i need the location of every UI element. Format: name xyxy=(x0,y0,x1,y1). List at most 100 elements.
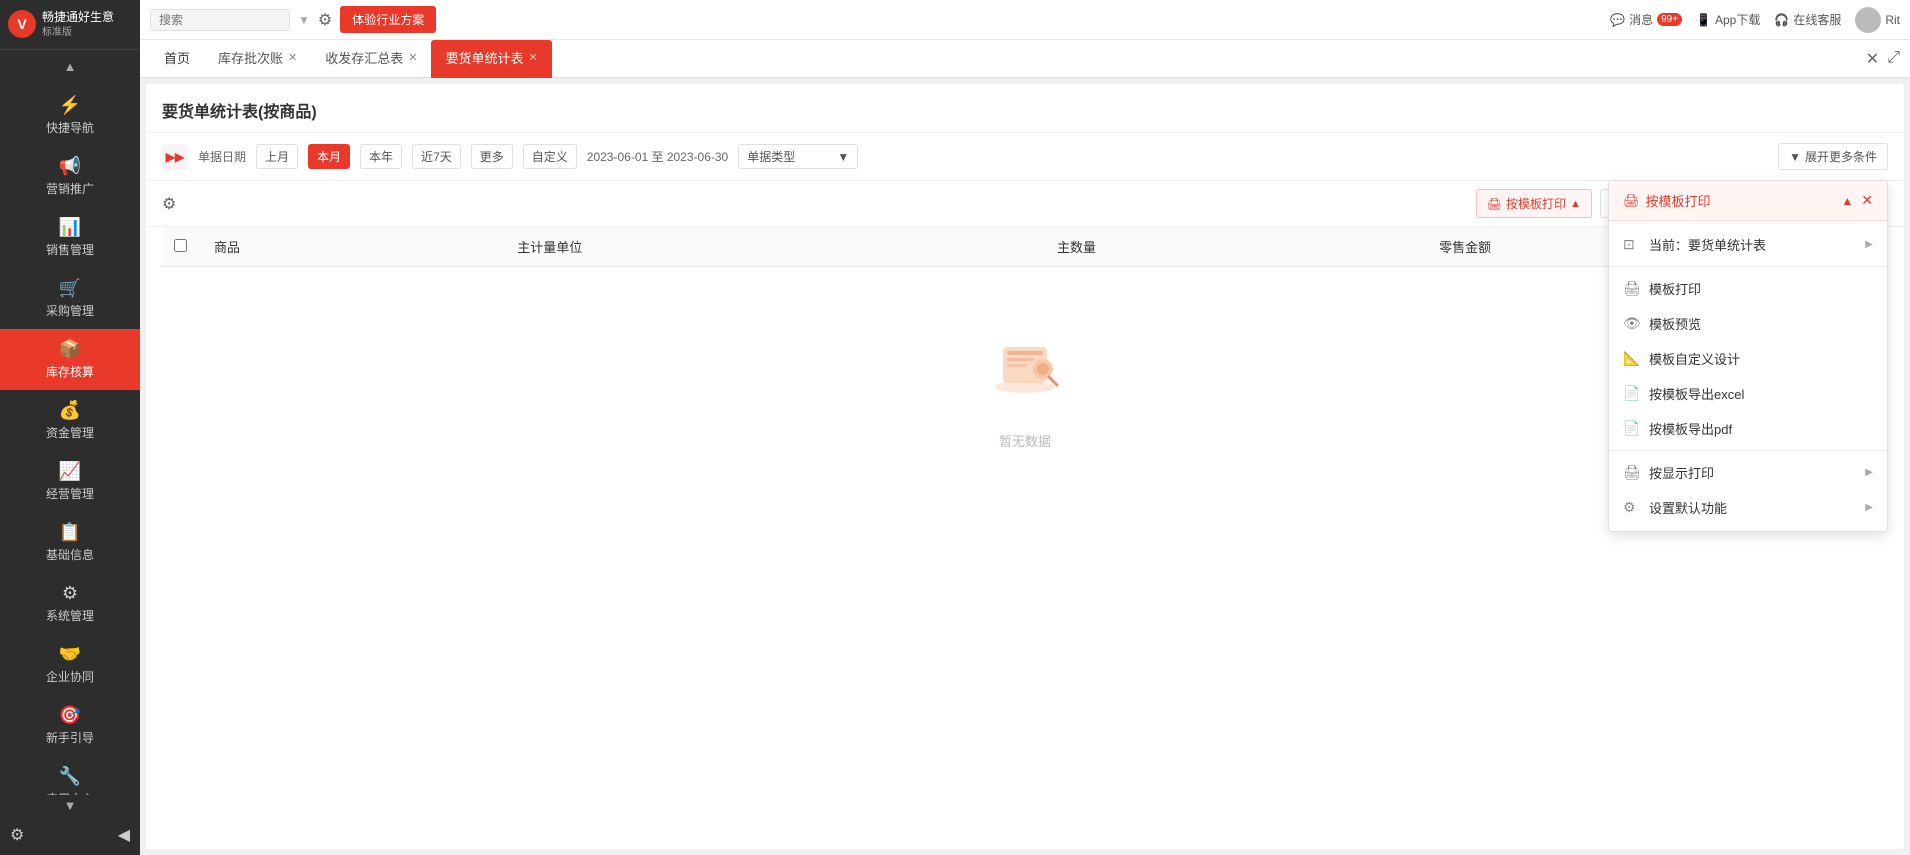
app-download-item[interactable]: 📱 App下载 xyxy=(1696,11,1760,28)
purchase-icon: 🛒 xyxy=(59,278,81,299)
sidebar-scroll-up[interactable]: ▲ xyxy=(0,56,140,76)
user-name: Rit xyxy=(1885,13,1900,27)
tabbar: 首页 库存批次账 ✕ 收发存汇总表 ✕ 要货单统计表 ✕ ✕ ⤢ xyxy=(140,40,1910,78)
sidebar-item-sales[interactable]: 📊 销售管理 xyxy=(0,207,140,268)
sidebar-item-enterprise[interactable]: 🤝 企业协同 xyxy=(0,634,140,695)
message-item[interactable]: 💬 消息 99+ xyxy=(1610,11,1682,28)
set-default-icon: ⚙ xyxy=(1623,499,1641,516)
date-btn-custom[interactable]: 自定义 xyxy=(523,144,577,169)
marketing-icon: 📢 xyxy=(59,156,81,177)
dropdown-header-controls: ▲ ✕ xyxy=(1841,192,1873,209)
online-service-item[interactable]: 🎧 在线客服 xyxy=(1774,11,1841,28)
page-content: 要货单统计表(按商品) ▶▶ 单据日期 上月 本月 本年 近7天 更多 自定义 … xyxy=(146,84,1904,849)
trial-btn[interactable]: 体验行业方案 xyxy=(340,6,436,33)
tab-close-inventory-batch[interactable]: ✕ xyxy=(288,51,297,64)
dropdown-divider-1 xyxy=(1609,266,1887,267)
sidebar-item-purchase[interactable]: 🛒 采购管理 xyxy=(0,268,140,329)
sales-icon: 📊 xyxy=(59,217,81,238)
user-avatar-item[interactable]: Rit xyxy=(1855,7,1900,33)
operation-icon: 📈 xyxy=(59,461,81,482)
app-name-text: 畅捷通好生意 标准版 xyxy=(42,10,114,39)
select-all-checkbox[interactable] xyxy=(174,239,187,252)
window-expand-btn[interactable]: ⤢ xyxy=(1887,49,1900,69)
sidebar-settings-icon[interactable]: ⚙ xyxy=(10,825,24,845)
sidebar-collapse-icon[interactable]: ◀ xyxy=(118,825,130,845)
print-chevron-icon: ▲ xyxy=(1570,198,1581,210)
date-btn-current-year[interactable]: 本年 xyxy=(360,144,402,169)
dropdown-divider-2 xyxy=(1609,450,1887,451)
export-pdf-icon: 📄 xyxy=(1623,420,1641,437)
dropdown-template-export-excel[interactable]: 📄 按模板导出excel xyxy=(1609,376,1887,411)
dropdown-current-template[interactable]: ⊡ 当前：要货单统计表 ▶ xyxy=(1609,227,1887,262)
headset-icon: 🎧 xyxy=(1774,13,1789,27)
empty-text: 暂无数据 xyxy=(999,431,1051,450)
quick-nav-icon: ⚡ xyxy=(59,95,81,116)
sidebar-item-basic[interactable]: 📋 基础信息 xyxy=(0,512,140,573)
date-btn-more[interactable]: 更多 xyxy=(471,144,513,169)
sidebar-item-guide[interactable]: 🎯 新手引导 xyxy=(0,695,140,756)
export-excel-icon: 📄 xyxy=(1623,385,1641,402)
dropdown-close-icon[interactable]: ✕ xyxy=(1861,192,1873,209)
filter-bar: ▶▶ 单据日期 上月 本月 本年 近7天 更多 自定义 2023-06-01 至… xyxy=(146,133,1904,181)
tab-window-controls: ✕ ⤢ xyxy=(1866,49,1900,69)
sidebar-item-quick-nav[interactable]: ⚡ 快捷导航 xyxy=(0,85,140,146)
topbar-chevron-icon[interactable]: ▼ xyxy=(298,13,310,27)
display-print-icon: 🖨 xyxy=(1623,464,1641,481)
doc-type-select[interactable]: 单据类型 ▼ xyxy=(738,144,858,169)
dropdown-template-export-pdf[interactable]: 📄 按模板导出pdf xyxy=(1609,411,1887,446)
sidebar-item-marketing[interactable]: 📢 营销推广 xyxy=(0,146,140,207)
dropdown-template-preview[interactable]: 👁 模板预览 xyxy=(1609,306,1887,341)
dropdown-header: 🖨 按模板打印 ▲ ✕ xyxy=(1609,181,1887,221)
sidebar-item-system[interactable]: ⚙ 系统管理 xyxy=(0,573,140,634)
topbar-right: 💬 消息 99+ 📱 App下载 🎧 在线客服 Rit xyxy=(1610,7,1900,33)
date-filter-label: 单据日期 xyxy=(198,148,246,165)
date-range-display: 2023-06-01 至 2023-06-30 xyxy=(587,148,728,165)
dropdown-header-label: 🖨 按模板打印 xyxy=(1623,191,1711,210)
toolbar-settings-icon[interactable]: ⚙ xyxy=(162,194,176,214)
sidebar-item-finance[interactable]: 💰 资金管理 xyxy=(0,390,140,451)
tab-home[interactable]: 首页 xyxy=(150,40,204,78)
expand-more-conditions-btn[interactable]: ▼ 展开更多条件 xyxy=(1778,143,1888,170)
tab-order-stats[interactable]: 要货单统计表 ✕ xyxy=(431,40,551,78)
printer-icon: 🖨 xyxy=(1487,197,1502,211)
sidebar: V 畅捷通好生意 标准版 ▲ 🔍 搜索菜单 ⚡ 快捷导航 📢 营销推广 📊 销售… xyxy=(0,0,140,855)
col-product: 商品 xyxy=(202,227,505,267)
dropdown-chevron-icon[interactable]: ▲ xyxy=(1841,194,1853,208)
window-close-btn[interactable]: ✕ xyxy=(1866,49,1879,69)
set-default-chevron: ▶ xyxy=(1865,502,1873,513)
col-checkbox[interactable] xyxy=(162,227,202,267)
display-print-chevron: ▶ xyxy=(1865,467,1873,478)
filter-expand-toggle[interactable]: ▶▶ xyxy=(162,144,188,170)
template-print-icon: 🖨 xyxy=(1623,280,1641,297)
dropdown-template-print[interactable]: 🖨 模板打印 xyxy=(1609,271,1887,306)
topbar-gear-icon[interactable]: ⚙ xyxy=(318,10,332,30)
tab-inventory-batch[interactable]: 库存批次账 ✕ xyxy=(204,40,311,78)
dropdown-printer-icon: 🖨 xyxy=(1623,193,1640,209)
empty-state-icon xyxy=(985,327,1065,421)
sidebar-nav: ⚡ 快捷导航 📢 营销推广 📊 销售管理 🛒 采购管理 📦 库存核算 💰 资金管… xyxy=(0,85,140,814)
tab-receipt-summary[interactable]: 收发存汇总表 ✕ xyxy=(311,40,431,78)
dropdown-set-default[interactable]: ⚙ 设置默认功能 ▶ xyxy=(1609,490,1887,525)
topbar-search-input[interactable] xyxy=(150,9,290,31)
dropdown-body: ⊡ 当前：要货单统计表 ▶ 🖨 模板打印 👁 模板预览 📐 模板自定义设计 xyxy=(1609,221,1887,531)
print-dropdown-menu: 🖨 按模板打印 ▲ ✕ ⊡ 当前：要货单统计表 ▶ xyxy=(1608,180,1888,532)
guide-icon: 🎯 xyxy=(59,705,81,726)
sidebar-item-inventory[interactable]: 📦 库存核算 xyxy=(0,329,140,390)
date-btn-prev-month[interactable]: 上月 xyxy=(256,144,298,169)
finance-icon: 💰 xyxy=(59,400,81,421)
message-icon: 💬 xyxy=(1610,13,1625,27)
dropdown-template-custom[interactable]: 📐 模板自定义设计 xyxy=(1609,341,1887,376)
page-title: 要货单统计表(按商品) xyxy=(146,84,1904,133)
print-template-btn[interactable]: 🖨 按模板打印 ▲ xyxy=(1476,189,1592,218)
expand-more-icon: ▼ xyxy=(1789,150,1801,164)
dropdown-display-print[interactable]: 🖨 按显示打印 ▶ xyxy=(1609,455,1887,490)
sidebar-item-operation[interactable]: 📈 经营管理 xyxy=(0,451,140,512)
topbar: ▼ ⚙ 体验行业方案 💬 消息 99+ 📱 App下载 🎧 在线客服 Rit xyxy=(140,0,1910,40)
date-btn-current-month[interactable]: 本月 xyxy=(308,144,350,169)
tab-close-receipt-summary[interactable]: ✕ xyxy=(408,51,417,64)
date-btn-last-7-days[interactable]: 近7天 xyxy=(412,144,461,169)
inventory-icon: 📦 xyxy=(59,339,81,360)
enterprise-icon: 🤝 xyxy=(59,644,81,665)
sidebar-scroll-down[interactable]: ▼ xyxy=(0,795,140,815)
tab-close-order-stats[interactable]: ✕ xyxy=(529,51,538,64)
